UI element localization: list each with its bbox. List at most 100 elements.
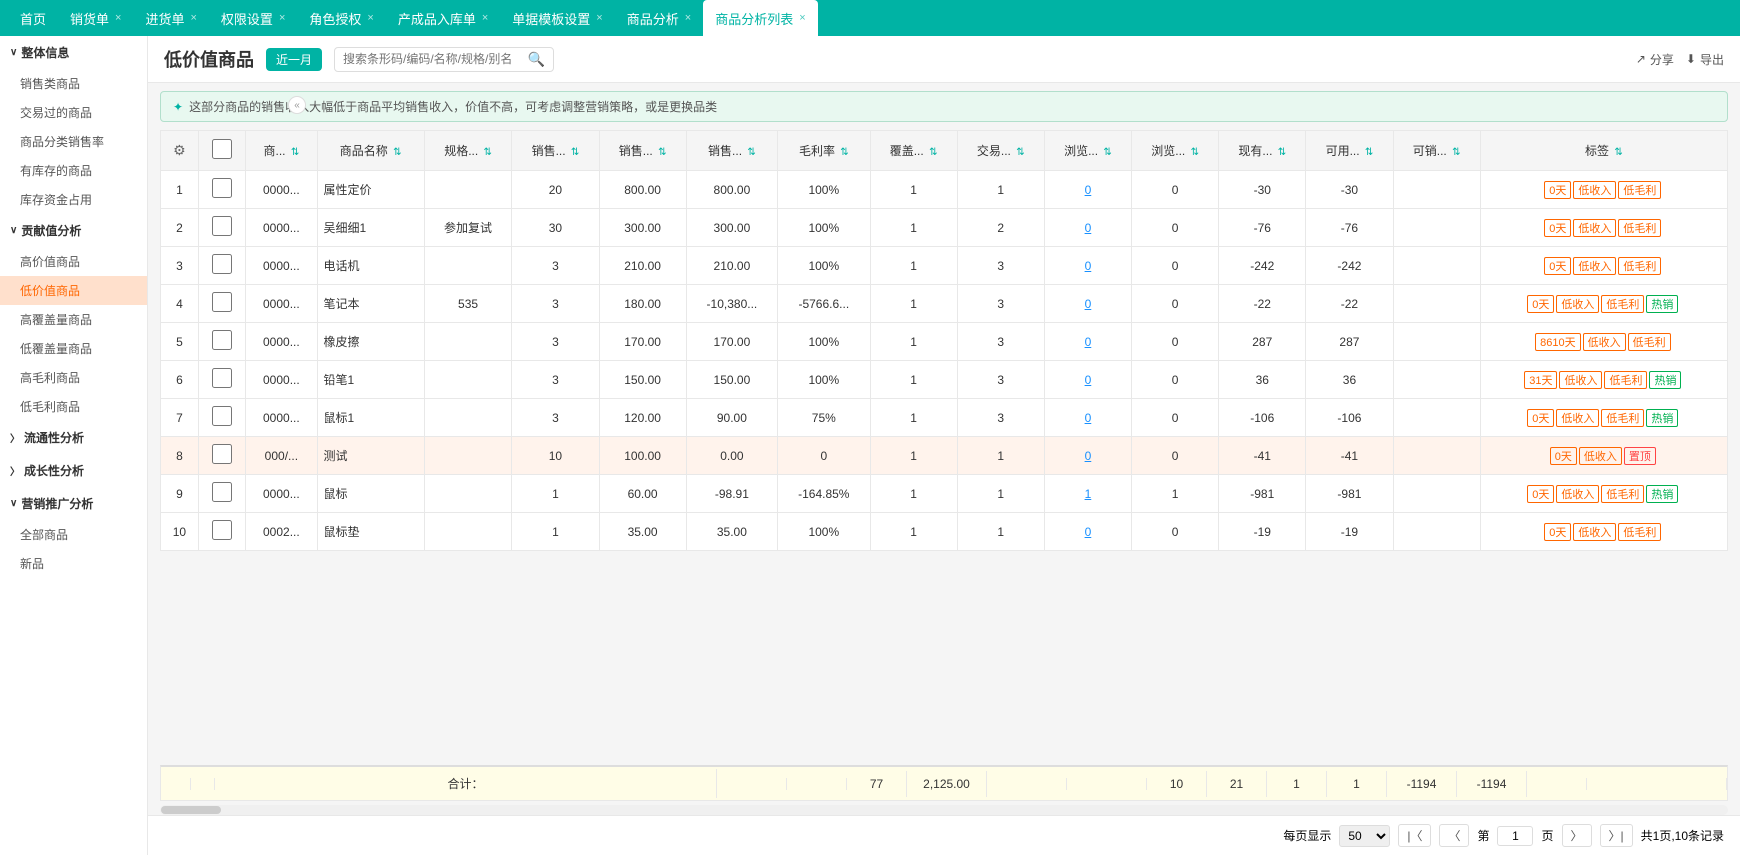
sort-icon[interactable]: ⇅: [658, 147, 666, 158]
row-checkbox[interactable]: [212, 330, 232, 350]
sidebar-item-category-sales-rate[interactable]: 商品分类销售率: [0, 127, 147, 156]
browse1-link[interactable]: 0: [1085, 373, 1092, 387]
sidebar-item-sales-products[interactable]: 销售类商品: [0, 69, 147, 98]
row-name[interactable]: 电话机: [317, 247, 424, 285]
close-icon[interactable]: ×: [279, 12, 285, 24]
period-button[interactable]: 近一月: [266, 48, 322, 71]
last-page-btn[interactable]: 〉|: [1600, 824, 1633, 847]
row-checkbox[interactable]: [212, 254, 232, 274]
row-checkbox-cell[interactable]: [198, 171, 245, 209]
browse1-link[interactable]: 0: [1085, 411, 1092, 425]
close-icon[interactable]: ×: [115, 12, 121, 24]
horizontal-scrollbar[interactable]: [160, 805, 1728, 815]
row-checkbox[interactable]: [212, 292, 232, 312]
row-name[interactable]: 橡皮擦: [317, 323, 424, 361]
row-checkbox[interactable]: [212, 216, 232, 236]
sort-icon[interactable]: ⇅: [1278, 147, 1286, 158]
nav-product[interactable]: 产成品入库单 ×: [386, 0, 500, 36]
row-browse1[interactable]: 0: [1044, 437, 1131, 475]
row-checkbox[interactable]: [212, 178, 232, 198]
sidebar-item-low-coverage[interactable]: 低覆盖量商品: [0, 334, 147, 363]
row-browse1[interactable]: 0: [1044, 323, 1131, 361]
nav-permission[interactable]: 权限设置 ×: [209, 0, 297, 36]
browse1-link[interactable]: 0: [1085, 525, 1092, 539]
sidebar-section-growth[interactable]: 〉 成长性分析: [0, 454, 147, 487]
sidebar-item-all-products[interactable]: 全部商品: [0, 520, 147, 549]
row-name[interactable]: 铅笔1: [317, 361, 424, 399]
sort-icon[interactable]: ⇅: [747, 147, 755, 158]
row-name[interactable]: 吴细细1: [317, 209, 424, 247]
page-input[interactable]: [1497, 826, 1533, 846]
row-browse1[interactable]: 0: [1044, 247, 1131, 285]
close-icon[interactable]: ×: [367, 12, 373, 24]
col-checkbox[interactable]: [198, 131, 245, 171]
sort-icon[interactable]: ⇅: [1103, 147, 1111, 158]
close-icon[interactable]: ×: [685, 12, 691, 24]
row-name[interactable]: 测试: [317, 437, 424, 475]
row-browse1[interactable]: 0: [1044, 209, 1131, 247]
sort-icon[interactable]: ⇅: [1614, 147, 1622, 158]
sort-icon[interactable]: ⇅: [1365, 147, 1373, 158]
row-browse1[interactable]: 0: [1044, 513, 1131, 551]
row-checkbox[interactable]: [212, 406, 232, 426]
row-browse1[interactable]: 0: [1044, 171, 1131, 209]
per-page-select[interactable]: 50 100 200: [1339, 825, 1390, 847]
nav-analysis-list[interactable]: 商品分析列表 ×: [703, 0, 817, 36]
sidebar-item-low-value[interactable]: 低价值商品: [0, 276, 147, 305]
sort-icon[interactable]: ⇅: [484, 147, 492, 158]
row-browse1[interactable]: 0: [1044, 399, 1131, 437]
sidebar-section-overall[interactable]: ∨ 整体信息: [0, 36, 147, 69]
row-checkbox-cell[interactable]: [198, 247, 245, 285]
search-input[interactable]: [343, 52, 528, 66]
sort-icon[interactable]: ⇅: [571, 147, 579, 158]
share-button[interactable]: ↗ 分享: [1636, 51, 1674, 68]
select-all-checkbox[interactable]: [212, 139, 232, 159]
sidebar-item-traded-products[interactable]: 交易过的商品: [0, 98, 147, 127]
row-checkbox[interactable]: [212, 520, 232, 540]
nav-analysis[interactable]: 商品分析 ×: [615, 0, 703, 36]
row-checkbox-cell[interactable]: [198, 209, 245, 247]
nav-purchase[interactable]: 进货单 ×: [133, 0, 208, 36]
prev-page-btn[interactable]: 〈: [1439, 824, 1469, 847]
close-icon[interactable]: ×: [482, 12, 488, 24]
browse1-link[interactable]: 0: [1085, 335, 1092, 349]
close-icon[interactable]: ×: [799, 12, 805, 24]
close-icon[interactable]: ×: [190, 12, 196, 24]
sidebar-collapse-btn[interactable]: «: [288, 96, 306, 114]
browse1-link[interactable]: 0: [1085, 259, 1092, 273]
sort-icon[interactable]: ⇅: [840, 147, 848, 158]
row-browse1[interactable]: 1: [1044, 475, 1131, 513]
row-checkbox[interactable]: [212, 482, 232, 502]
table-container[interactable]: ⚙ 商... ⇅ 商品名称 ⇅ 规格... ⇅ 销售... ⇅ 销售... ⇅ …: [160, 130, 1728, 765]
close-icon[interactable]: ×: [596, 12, 602, 24]
row-name[interactable]: 鼠标: [317, 475, 424, 513]
nav-role[interactable]: 角色授权 ×: [297, 0, 385, 36]
row-checkbox-cell[interactable]: [198, 513, 245, 551]
row-browse1[interactable]: 0: [1044, 285, 1131, 323]
row-browse1[interactable]: 0: [1044, 361, 1131, 399]
sidebar-section-marketing[interactable]: ∨ 营销推广分析: [0, 487, 147, 520]
sidebar-item-stock-capital[interactable]: 库存资金占用: [0, 185, 147, 214]
export-button[interactable]: ⬇ 导出: [1686, 51, 1724, 68]
sort-icon[interactable]: ⇅: [393, 147, 401, 158]
row-name[interactable]: 笔记本: [317, 285, 424, 323]
row-checkbox-cell[interactable]: [198, 323, 245, 361]
first-page-btn[interactable]: |〈: [1398, 824, 1431, 847]
row-checkbox-cell[interactable]: [198, 475, 245, 513]
browse1-link[interactable]: 0: [1085, 221, 1092, 235]
sidebar-item-high-coverage[interactable]: 高覆盖量商品: [0, 305, 147, 334]
row-checkbox-cell[interactable]: [198, 361, 245, 399]
row-name[interactable]: 鼠标垫: [317, 513, 424, 551]
sort-icon[interactable]: ⇅: [1452, 147, 1460, 158]
browse1-link[interactable]: 0: [1085, 183, 1092, 197]
nav-home[interactable]: 首页: [8, 0, 58, 36]
scrollbar-thumb[interactable]: [161, 806, 221, 814]
browse1-link[interactable]: 0: [1085, 297, 1092, 311]
sort-icon[interactable]: ⇅: [929, 147, 937, 158]
sidebar-item-high-gross[interactable]: 高毛利商品: [0, 363, 147, 392]
row-name[interactable]: 属性定价: [317, 171, 424, 209]
next-page-btn[interactable]: 〉: [1562, 824, 1592, 847]
browse1-link[interactable]: 1: [1085, 487, 1092, 501]
col-settings[interactable]: ⚙: [161, 131, 199, 171]
search-icon[interactable]: 🔍: [528, 51, 545, 68]
